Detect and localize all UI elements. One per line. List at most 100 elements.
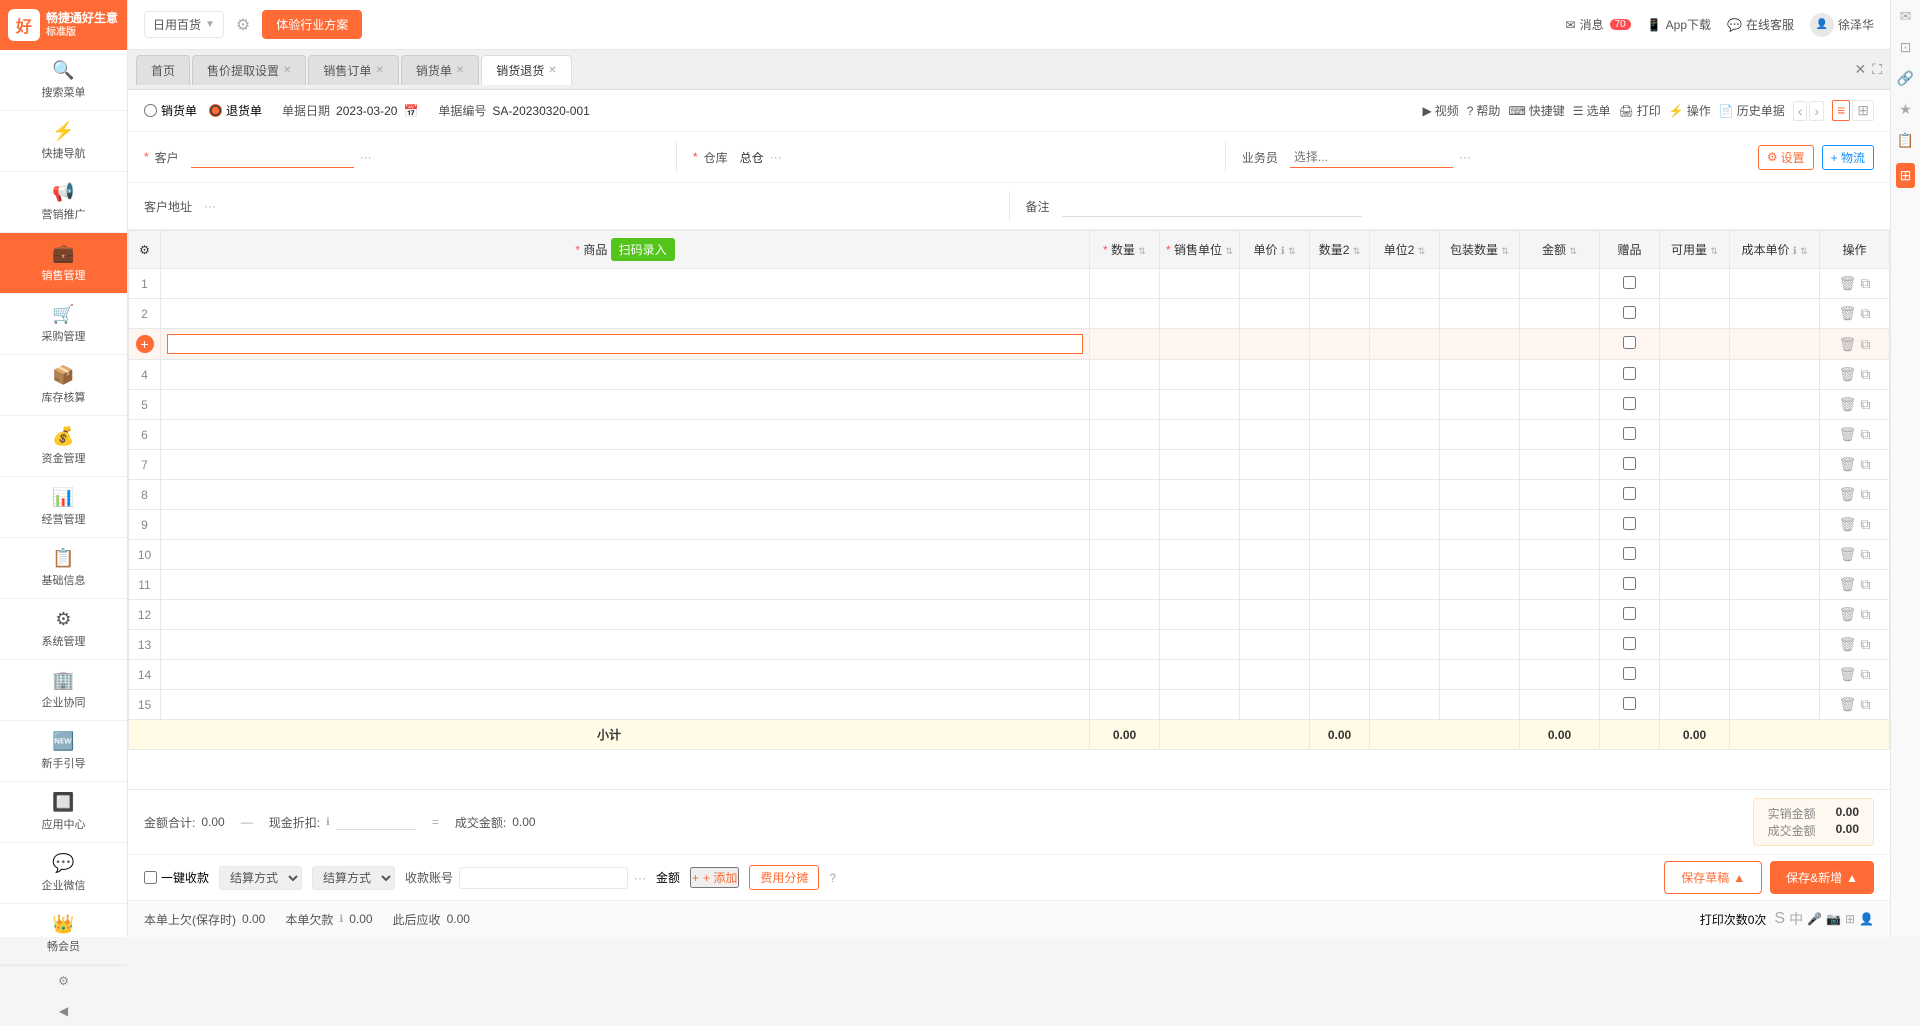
sidebar-item-search[interactable]: 🔍 搜索菜单 <box>0 50 127 111</box>
right-panel-icon-5[interactable]: 📋 <box>1897 132 1914 149</box>
gift-cell[interactable] <box>1600 450 1660 480</box>
qty-cell[interactable] <box>1090 570 1160 600</box>
qty2-cell[interactable] <box>1310 390 1370 420</box>
price-cell[interactable] <box>1240 570 1310 600</box>
copy-icon[interactable]: ⧉ <box>1860 366 1870 382</box>
qty-cell[interactable] <box>1090 360 1160 390</box>
message-button[interactable]: ✉ 消息 70 <box>1566 16 1631 33</box>
unit-cell[interactable] <box>1160 480 1240 510</box>
gift-cell[interactable] <box>1600 390 1660 420</box>
amount-cell[interactable] <box>1520 480 1600 510</box>
gift-checkbox[interactable] <box>1623 487 1636 500</box>
zhong-icon[interactable]: 中 <box>1789 909 1803 929</box>
copy-icon[interactable]: ⧉ <box>1860 666 1870 682</box>
gift-cell[interactable] <box>1600 540 1660 570</box>
salesperson-picker-icon[interactable]: ··· <box>1459 150 1471 164</box>
sidebar-collapse[interactable]: ◀ <box>0 996 127 1026</box>
gift-checkbox[interactable] <box>1623 397 1636 410</box>
sidebar-item-app-center[interactable]: 🔲 应用中心 <box>0 782 127 843</box>
unit-cell[interactable] <box>1160 299 1240 329</box>
unit2-cell[interactable] <box>1370 390 1440 420</box>
customer-input[interactable] <box>191 147 354 168</box>
qty2-cell[interactable] <box>1310 299 1370 329</box>
amount-cell[interactable] <box>1520 570 1600 600</box>
unit2-cell[interactable] <box>1370 660 1440 690</box>
qty-cell[interactable] <box>1090 510 1160 540</box>
product-cell[interactable] <box>161 329 1090 360</box>
sidebar-item-system[interactable]: ⚙ 系统管理 <box>0 599 127 660</box>
product-cell[interactable] <box>161 690 1090 720</box>
delete-icon[interactable]: 🗑 <box>1839 606 1857 622</box>
gift-checkbox[interactable] <box>1623 457 1636 470</box>
close-tab-icon[interactable]: ✕ <box>1854 61 1866 78</box>
unit-cell[interactable] <box>1160 540 1240 570</box>
copy-icon[interactable]: ⧉ <box>1860 516 1870 532</box>
unit-cell[interactable] <box>1160 690 1240 720</box>
company-selector[interactable]: 日用百货 ▼ <box>144 11 224 38</box>
amount-cell[interactable] <box>1520 360 1600 390</box>
unit2-cell[interactable] <box>1370 690 1440 720</box>
gift-cell[interactable] <box>1600 480 1660 510</box>
unit-cell[interactable] <box>1160 450 1240 480</box>
price-cell[interactable] <box>1240 390 1310 420</box>
price-cell[interactable] <box>1240 299 1310 329</box>
product-cell[interactable] <box>161 450 1090 480</box>
pack-cell[interactable] <box>1440 360 1520 390</box>
qty2-cell[interactable] <box>1310 420 1370 450</box>
gift-checkbox[interactable] <box>1623 336 1636 349</box>
add-row-button[interactable]: + <box>136 335 154 353</box>
qty-cell[interactable] <box>1090 540 1160 570</box>
unit2-cell[interactable] <box>1370 540 1440 570</box>
gift-cell[interactable] <box>1600 630 1660 660</box>
unit-cell[interactable] <box>1160 390 1240 420</box>
qty2-cell[interactable] <box>1310 600 1370 630</box>
qty2-cell[interactable] <box>1310 269 1370 299</box>
sidebar-item-guide[interactable]: 🆕 新手引导 <box>0 721 127 782</box>
gift-cell[interactable] <box>1600 360 1660 390</box>
account-input[interactable] <box>459 867 628 889</box>
settings-button[interactable]: ⚙ 设置 <box>1758 145 1814 170</box>
select-action[interactable]: ☰ 选单 <box>1573 102 1611 119</box>
product-cell[interactable] <box>161 570 1090 600</box>
unit-cell[interactable] <box>1160 600 1240 630</box>
unit2-cell[interactable] <box>1370 570 1440 600</box>
video-action[interactable]: ▶ 视频 <box>1422 102 1458 119</box>
amount-cell[interactable] <box>1520 510 1600 540</box>
fee-split-button[interactable]: 费用分摊 <box>749 865 819 890</box>
scan-input-button[interactable]: 扫码录入 <box>611 238 675 261</box>
delete-icon[interactable]: 🗑 <box>1839 576 1857 592</box>
right-panel-icon-3[interactable]: 🔗 <box>1897 70 1914 87</box>
unit-cell[interactable] <box>1160 329 1240 360</box>
sidebar-item-member[interactable]: 👑 畅会员 <box>0 904 127 965</box>
pack-cell[interactable] <box>1440 510 1520 540</box>
gift-checkbox[interactable] <box>1623 547 1636 560</box>
product-input[interactable] <box>167 334 1083 354</box>
unit-cell[interactable] <box>1160 510 1240 540</box>
sort-icon[interactable]: ⇅ <box>1501 246 1509 256</box>
product-cell[interactable] <box>161 360 1090 390</box>
copy-icon[interactable]: ⧉ <box>1860 606 1870 622</box>
pack-cell[interactable] <box>1440 450 1520 480</box>
copy-icon[interactable]: ⧉ <box>1860 696 1870 712</box>
price-cell[interactable] <box>1240 450 1310 480</box>
calc-method-select[interactable]: 结算方式 <box>219 866 302 890</box>
qr-icon[interactable]: ⊞ <box>1845 912 1855 926</box>
expand-icon[interactable]: ⛶ <box>1872 61 1882 78</box>
print-action[interactable]: 🖨 打印 <box>1619 102 1661 119</box>
pack-cell[interactable] <box>1440 299 1520 329</box>
unit2-cell[interactable] <box>1370 360 1440 390</box>
price-cell[interactable] <box>1240 360 1310 390</box>
qty-cell[interactable] <box>1090 660 1160 690</box>
copy-icon[interactable]: ⧉ <box>1860 456 1870 472</box>
quick-payment-checkbox[interactable]: 一键收款 <box>144 869 209 886</box>
tab-sales-order[interactable]: 销售订单 ✕ <box>308 55 398 85</box>
qty-cell[interactable] <box>1090 630 1160 660</box>
unit-cell[interactable] <box>1160 269 1240 299</box>
gift-checkbox[interactable] <box>1623 517 1636 530</box>
note-input[interactable] <box>1062 196 1362 217</box>
gift-checkbox[interactable] <box>1623 637 1636 650</box>
app-download-button[interactable]: 📱 App下载 <box>1647 16 1711 33</box>
qty-cell[interactable] <box>1090 600 1160 630</box>
shortcut-action[interactable]: ⌨ 快捷键 <box>1508 102 1564 119</box>
tab-sales-return[interactable]: 销货退货 ✕ <box>481 55 571 85</box>
